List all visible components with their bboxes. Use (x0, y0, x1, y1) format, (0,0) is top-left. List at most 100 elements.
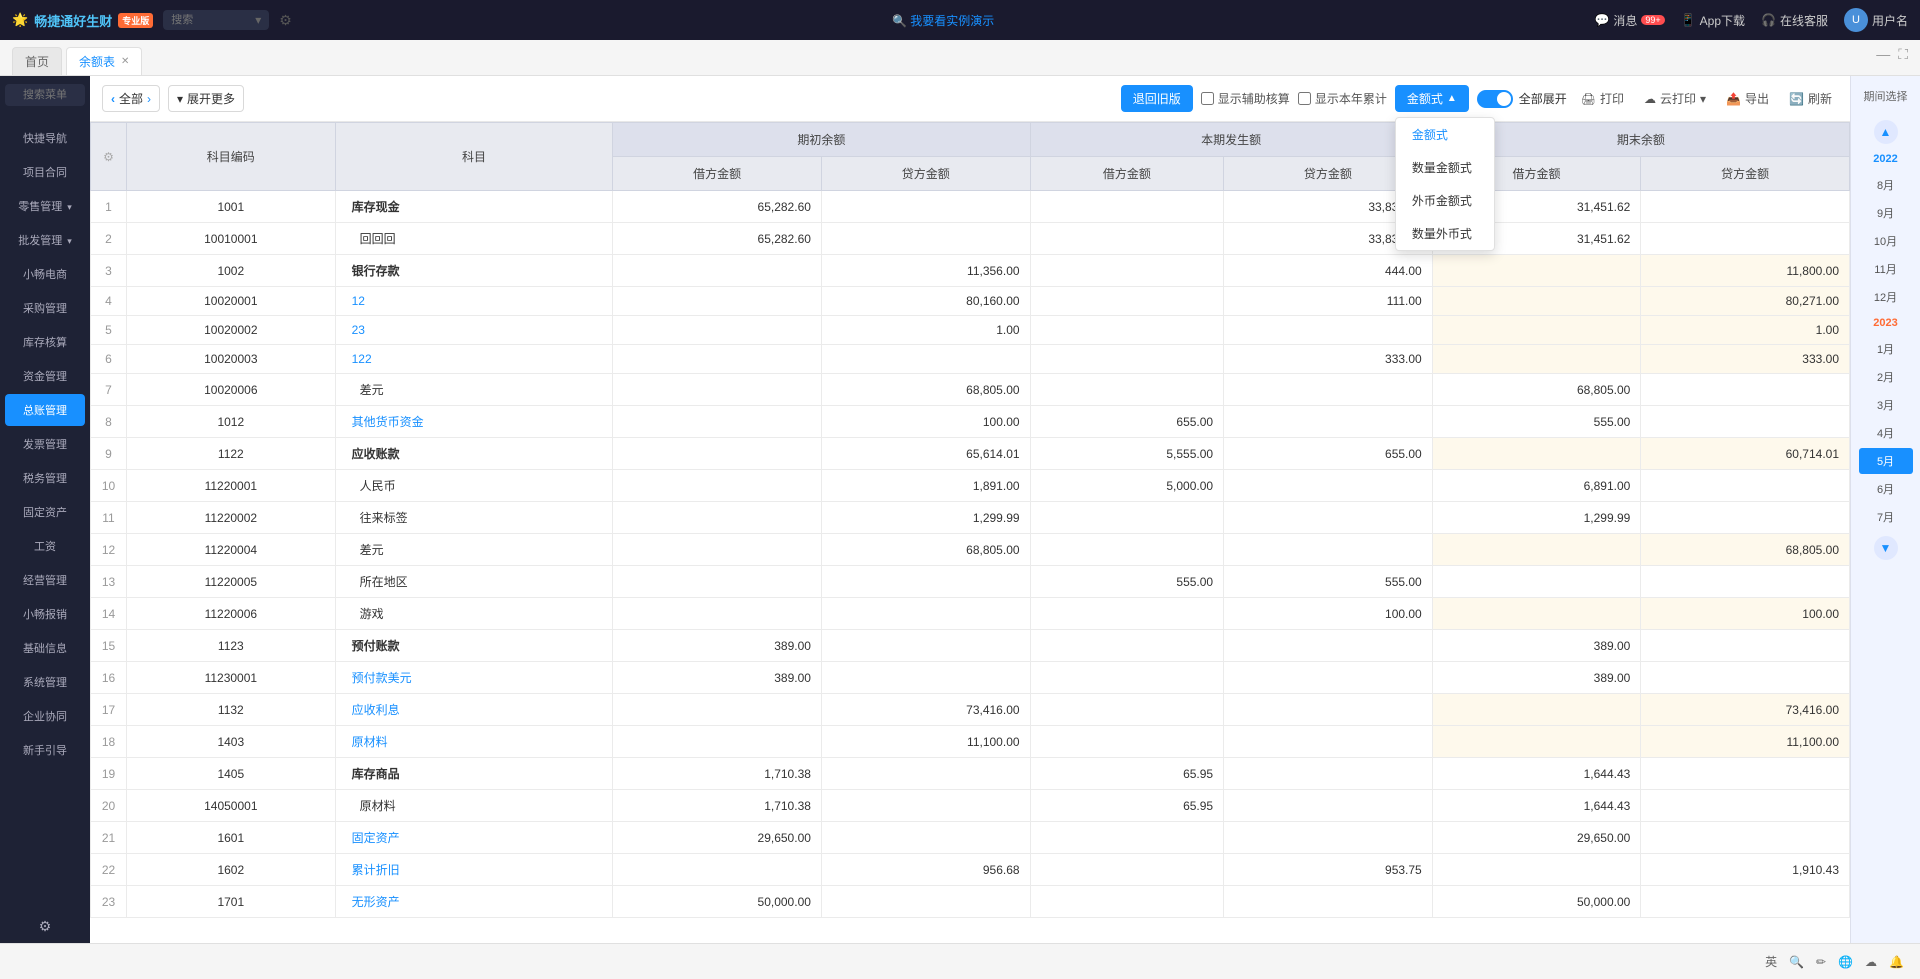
col-header-settings: ⚙ (91, 123, 127, 191)
bottom-cloud-btn[interactable]: ☁ (1865, 955, 1877, 969)
row-value (1224, 470, 1433, 502)
row-name[interactable]: 无形资产 (335, 886, 613, 918)
display-mode-button[interactable]: 金额式 ▲ (1395, 85, 1469, 112)
row-value (1432, 726, 1641, 758)
sidebar-settings-icon[interactable]: ⚙ (39, 918, 52, 934)
row-name-link[interactable]: 12 (352, 294, 365, 308)
sidebar-item-fixed-assets[interactable]: 固定资产 (5, 496, 85, 528)
sidebar-item-mini-sales[interactable]: 小畅报销 (5, 598, 85, 630)
sidebar-item-tax[interactable]: 税务管理 (5, 462, 85, 494)
sidebar-item-inventory[interactable]: 库存核算 (5, 326, 85, 358)
sidebar-item-system[interactable]: 系统管理 (5, 666, 85, 698)
row-name: 原材料 (335, 790, 613, 822)
download-btn[interactable]: 📱 App下载 (1681, 12, 1745, 29)
sidebar-item-project[interactable]: 项目合同 (5, 156, 85, 188)
month-2023-05[interactable]: 5月 (1859, 448, 1913, 474)
refresh-button[interactable]: 🔄 刷新 (1783, 86, 1838, 111)
month-2023-03[interactable]: 3月 (1859, 392, 1913, 418)
cloud-print-button[interactable]: ☁ 云打印 ▾ (1638, 86, 1712, 111)
demo-link[interactable]: 🔍 我要看实例演示 (892, 12, 994, 29)
print-button[interactable]: 🖨 打印 (1575, 86, 1630, 111)
window-search-input[interactable] (171, 14, 251, 26)
show-yearly-checkbox[interactable]: 显示本年累计 (1298, 90, 1387, 107)
sidebar-item-finance[interactable]: 资金管理 (5, 360, 85, 392)
table-settings-icon[interactable]: ⚙ (103, 150, 114, 164)
month-2022-09[interactable]: 9月 (1859, 200, 1913, 226)
month-2022-10[interactable]: 10月 (1859, 228, 1913, 254)
expand-all-switch[interactable] (1477, 90, 1513, 108)
expand-more-button[interactable]: ▾ 展开更多 (168, 85, 244, 112)
bottom-edit-btn[interactable]: ✏ (1816, 955, 1826, 969)
month-2023-02[interactable]: 2月 (1859, 364, 1913, 390)
month-2023-01[interactable]: 1月 (1859, 336, 1913, 362)
month-2023-07[interactable]: 7月 (1859, 504, 1913, 530)
row-value: 333.00 (1641, 345, 1850, 374)
show-auxiliary-input[interactable] (1201, 92, 1214, 105)
window-minimize-btn[interactable]: — (1876, 46, 1890, 63)
tab-close-icon[interactable]: ✕ (121, 56, 129, 67)
row-name[interactable]: 固定资产 (335, 822, 613, 854)
dropdown-item-foreign-amount[interactable]: 外币金额式 (1396, 184, 1494, 217)
month-2022-08[interactable]: 8月 (1859, 172, 1913, 198)
month-2022-12[interactable]: 12月 (1859, 284, 1913, 310)
month-2023-04[interactable]: 4月 (1859, 420, 1913, 446)
settings-header-icon[interactable]: ⚙ (279, 12, 292, 29)
row-name-link[interactable]: 原材料 (352, 735, 388, 749)
sidebar-item-purchase[interactable]: 采购管理 (5, 292, 85, 324)
dropdown-item-amount[interactable]: 金额式 (1396, 118, 1494, 151)
row-name-link[interactable]: 累计折旧 (352, 863, 400, 877)
period-scroll-up-btn[interactable]: ▲ (1874, 120, 1898, 144)
row-name-link[interactable]: 固定资产 (352, 831, 400, 845)
period-scroll-down-btn[interactable]: ▼ (1874, 536, 1898, 560)
row-name[interactable]: 累计折旧 (335, 854, 613, 886)
bottom-search-btn[interactable]: 🔍 (1789, 955, 1804, 969)
message-btn[interactable]: 💬 消息 99+ (1594, 12, 1664, 29)
dropdown-item-qty-amount[interactable]: 数量金额式 (1396, 151, 1494, 184)
sidebar-item-operations[interactable]: 经营管理 (5, 564, 85, 596)
row-value (1030, 223, 1224, 255)
dropdown-item-qty-foreign[interactable]: 数量外币式 (1396, 217, 1494, 250)
row-name-link[interactable]: 无形资产 (352, 895, 400, 909)
row-name[interactable]: 12 (335, 287, 613, 316)
row-name[interactable]: 应收利息 (335, 694, 613, 726)
sidebar-item-general-ledger[interactable]: 总账管理 (5, 394, 85, 426)
sidebar-item-retail[interactable]: 零售管理 ▾ (5, 190, 85, 222)
window-expand-btn[interactable]: ⛶ (1898, 46, 1908, 63)
row-code: 1122 (127, 438, 336, 470)
sidebar-item-basic-info[interactable]: 基础信息 (5, 632, 85, 664)
row-name[interactable]: 122 (335, 345, 613, 374)
row-name[interactable]: 其他货币资金 (335, 406, 613, 438)
show-yearly-input[interactable] (1298, 92, 1311, 105)
show-auxiliary-checkbox[interactable]: 显示辅助核算 (1201, 90, 1290, 107)
bottom-notification-btn[interactable]: 🔔 (1889, 955, 1904, 969)
sidebar-item-wholesale[interactable]: 批发管理 ▾ (5, 224, 85, 256)
sidebar-item-invoice[interactable]: 发票管理 (5, 428, 85, 460)
row-name-link[interactable]: 预付款美元 (352, 671, 412, 685)
return-old-version-button[interactable]: 退回旧版 (1121, 85, 1193, 112)
filter-button[interactable]: ‹ 全部 › (102, 85, 160, 112)
tab-balance[interactable]: 余额表 ✕ (66, 47, 142, 75)
tab-home[interactable]: 首页 (12, 47, 62, 75)
sidebar-item-payroll[interactable]: 工资 (5, 530, 85, 562)
row-name-link[interactable]: 122 (352, 352, 372, 366)
user-avatar[interactable]: U 用户名 (1844, 8, 1908, 32)
sidebar-item-cooperation[interactable]: 企业协同 (5, 700, 85, 732)
sidebar-item-guide[interactable]: 新手引导 (5, 734, 85, 766)
export-button[interactable]: 📤 导出 (1720, 86, 1775, 111)
month-2022-11[interactable]: 11月 (1859, 256, 1913, 282)
row-name-link[interactable]: 应收利息 (352, 703, 400, 717)
sidebar-item-quick[interactable]: 快捷导航 (5, 122, 85, 154)
bottom-lang-btn[interactable]: 英 (1765, 953, 1777, 970)
row-name-link[interactable]: 其他货币资金 (352, 415, 424, 429)
service-btn[interactable]: 🎧 在线客服 (1761, 12, 1828, 29)
row-name-link[interactable]: 23 (352, 323, 365, 337)
bottom-globe-btn[interactable]: 🌐 (1838, 955, 1853, 969)
sidebar-search-input[interactable] (5, 84, 85, 106)
sidebar-item-mini-shop[interactable]: 小畅电商 (5, 258, 85, 290)
month-2023-06[interactable]: 6月 (1859, 476, 1913, 502)
row-name[interactable]: 原材料 (335, 726, 613, 758)
row-value (1224, 316, 1433, 345)
expand-all-toggle[interactable]: 全部展开 (1477, 90, 1567, 108)
row-name[interactable]: 23 (335, 316, 613, 345)
row-name[interactable]: 预付款美元 (335, 662, 613, 694)
